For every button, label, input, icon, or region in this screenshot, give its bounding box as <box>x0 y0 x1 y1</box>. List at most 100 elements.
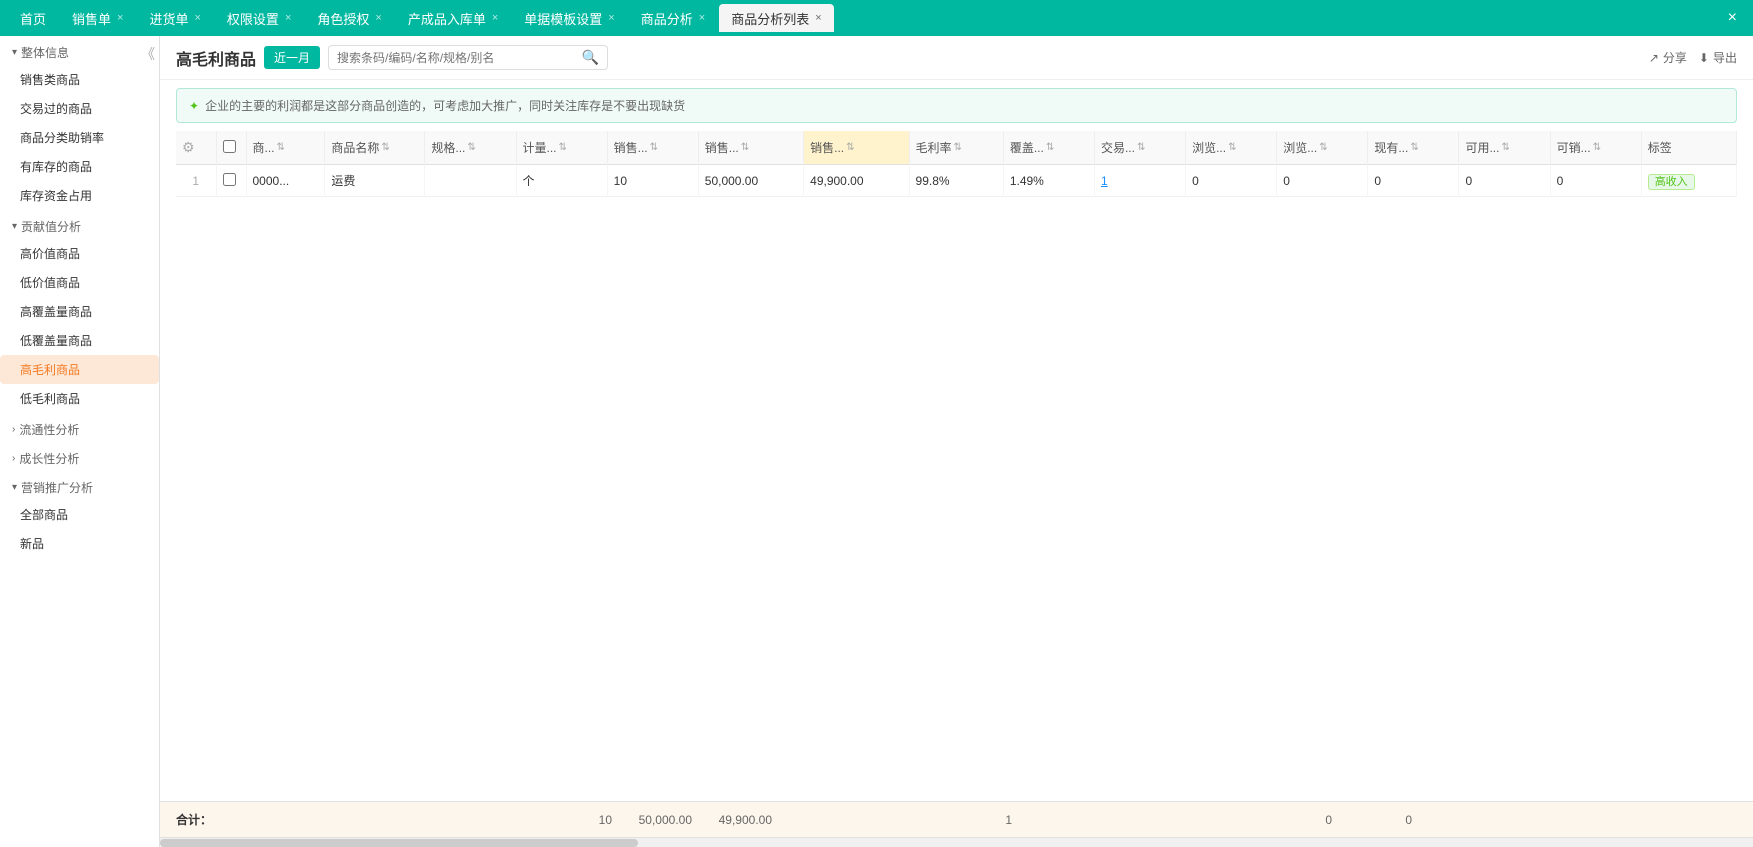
col-sales2-sort-icon[interactable]: ⇅ <box>741 142 749 153</box>
col-current: 现有...⇅ <box>1368 131 1459 165</box>
row-current: 0 <box>1368 165 1459 197</box>
sidebar-item-all-goods[interactable]: 全部商品 <box>0 500 159 529</box>
footer-sales3: 49,900.00 <box>698 813 778 827</box>
close-all-tabs-button[interactable]: × <box>1720 9 1745 27</box>
col-sales1-sort-icon[interactable]: ⇅ <box>650 142 658 153</box>
sidebar-group-overall[interactable]: ▾ 整体信息 <box>0 36 159 65</box>
footer-saleable: 0 <box>1338 813 1418 827</box>
tab-product-analysis-label: 商品分析 <box>641 9 693 28</box>
sidebar-group-marketing-arrow: ▾ <box>12 482 17 493</box>
row-tag: 高收入 <box>1641 165 1736 197</box>
sidebar-group-overall-label: 整体信息 <box>21 44 69 61</box>
tab-product-analysis-list[interactable]: 商品分析列表 × <box>719 4 833 32</box>
sidebar-group-growth-arrow: › <box>12 453 15 464</box>
sidebar-group-growth-label: 成长性分析 <box>19 450 79 467</box>
col-spec-sort-icon[interactable]: ⇅ <box>467 142 475 153</box>
search-input[interactable] <box>337 51 578 65</box>
col-transaction-sort-icon[interactable]: ⇅ <box>1137 142 1145 153</box>
tab-template-settings-close[interactable]: × <box>608 12 614 24</box>
sidebar-item-new-goods[interactable]: 新品 <box>0 529 159 558</box>
sidebar-item-in-stock[interactable]: 有库存的商品 <box>0 152 159 181</box>
sidebar-collapse-button[interactable]: 《 <box>141 44 155 64</box>
row-checkbox-cell[interactable] <box>216 165 246 197</box>
tab-roles[interactable]: 角色授权 × <box>305 4 393 32</box>
table-row: 1 0000... 运费 个 10 50,000.00 49,900.00 99… <box>176 165 1737 197</box>
footer-label: 合计： <box>176 811 212 828</box>
share-button[interactable]: ↗ 分享 <box>1649 49 1687 66</box>
col-name-sort-icon[interactable]: ⇅ <box>381 142 389 153</box>
scrollbar-thumb[interactable] <box>160 839 638 847</box>
tab-roles-close[interactable]: × <box>375 12 381 24</box>
tab-finished-goods-close[interactable]: × <box>492 12 498 24</box>
row-browse2: 0 <box>1277 165 1368 197</box>
sidebar-item-category-rate[interactable]: 商品分类助销率 <box>0 123 159 152</box>
tab-finished-goods-label: 产成品入库单 <box>408 9 486 28</box>
tab-permissions[interactable]: 权限设置 × <box>215 4 303 32</box>
col-current-sort-icon[interactable]: ⇅ <box>1410 142 1418 153</box>
sidebar-item-high-coverage[interactable]: 高覆盖量商品 <box>0 297 159 326</box>
sidebar-group-contribution[interactable]: ▾ 贡献值分析 <box>0 210 159 239</box>
sidebar-item-stock-capital[interactable]: 库存资金占用 <box>0 181 159 210</box>
export-icon: ⬇ <box>1699 51 1709 65</box>
transaction-link[interactable]: 1 <box>1101 174 1108 188</box>
col-sales3-sort-icon[interactable]: ⇅ <box>846 142 854 153</box>
sidebar-item-low-coverage[interactable]: 低覆盖量商品 <box>0 326 159 355</box>
tab-purchase-close[interactable]: × <box>194 12 200 24</box>
col-saleable-sort-icon[interactable]: ⇅ <box>1593 142 1601 153</box>
footer-sales2: 50,000.00 <box>618 813 698 827</box>
sidebar-item-traded-goods[interactable]: 交易过的商品 <box>0 94 159 123</box>
tab-permissions-close[interactable]: × <box>285 12 291 24</box>
col-transaction: 交易...⇅ <box>1094 131 1185 165</box>
tab-product-analysis-list-close[interactable]: × <box>815 12 821 24</box>
table-container: ⚙ 商...⇅ 商品名称⇅ 规格...⇅ <box>160 131 1753 466</box>
sidebar-group-liquidity[interactable]: › 流通性分析 <box>0 413 159 442</box>
share-icon: ↗ <box>1649 51 1659 65</box>
col-code-sort-icon[interactable]: ⇅ <box>277 142 285 153</box>
col-available-sort-icon[interactable]: ⇅ <box>1501 142 1509 153</box>
row-sales2: 50,000.00 <box>698 165 803 197</box>
col-unit-sort-icon[interactable]: ⇅ <box>559 142 567 153</box>
settings-icon[interactable]: ⚙ <box>182 139 195 155</box>
export-button[interactable]: ⬇ 导出 <box>1699 49 1737 66</box>
tab-template-settings[interactable]: 单据模板设置 × <box>512 4 626 32</box>
tab-sales[interactable]: 销售单 × <box>60 4 135 32</box>
col-code: 商...⇅ <box>246 131 325 165</box>
col-browse2-sort-icon[interactable]: ⇅ <box>1319 142 1327 153</box>
col-browse2: 浏览...⇅ <box>1277 131 1368 165</box>
col-coverage: 覆盖...⇅ <box>1003 131 1094 165</box>
col-browse1-sort-icon[interactable]: ⇅ <box>1228 142 1236 153</box>
sidebar-group-growth[interactable]: › 成长性分析 <box>0 442 159 471</box>
sidebar-item-high-margin[interactable]: 高毛利商品 <box>0 355 159 384</box>
content-header: 高毛利商品 近一月 🔍 ↗ 分享 ⬇ 导出 <box>160 36 1753 80</box>
row-transaction: 1 <box>1094 165 1185 197</box>
sidebar-item-high-value[interactable]: 高价值商品 <box>0 239 159 268</box>
search-icon[interactable]: 🔍 <box>582 49 599 66</box>
select-all-checkbox[interactable] <box>223 140 236 153</box>
col-browse1: 浏览...⇅ <box>1186 131 1277 165</box>
col-coverage-sort-icon[interactable]: ⇅ <box>1046 142 1054 153</box>
sidebar-item-low-value[interactable]: 低价值商品 <box>0 268 159 297</box>
sidebar-item-low-margin[interactable]: 低毛利商品 <box>0 384 159 413</box>
row-unit: 个 <box>516 165 607 197</box>
col-sales3: 销售...⇅ <box>804 131 909 165</box>
header-actions: ↗ 分享 ⬇ 导出 <box>1649 49 1737 66</box>
search-box[interactable]: 🔍 <box>328 45 608 70</box>
row-code: 0000... <box>246 165 325 197</box>
tab-finished-goods[interactable]: 产成品入库单 × <box>396 4 510 32</box>
col-gross-rate: 毛利率⇅ <box>909 131 1003 165</box>
horizontal-scrollbar[interactable] <box>160 837 1753 847</box>
tab-home[interactable]: 首页 <box>8 4 58 32</box>
footer-transaction: 1 <box>938 813 1018 827</box>
period-button[interactable]: 近一月 <box>264 46 320 69</box>
row-index: 1 <box>176 165 216 197</box>
sidebar-group-marketing-label: 营销推广分析 <box>21 479 93 496</box>
row-checkbox[interactable] <box>223 173 236 186</box>
tab-purchase[interactable]: 进货单 × <box>137 4 212 32</box>
tab-sales-close[interactable]: × <box>117 12 123 24</box>
tab-product-analysis-close[interactable]: × <box>699 12 705 24</box>
sidebar-group-marketing[interactable]: ▾ 营销推广分析 <box>0 471 159 500</box>
sidebar-item-sales-goods[interactable]: 销售类商品 <box>0 65 159 94</box>
col-settings[interactable]: ⚙ <box>176 131 216 165</box>
tab-product-analysis[interactable]: 商品分析 × <box>629 4 717 32</box>
col-gross-rate-sort-icon[interactable]: ⇅ <box>954 142 962 153</box>
